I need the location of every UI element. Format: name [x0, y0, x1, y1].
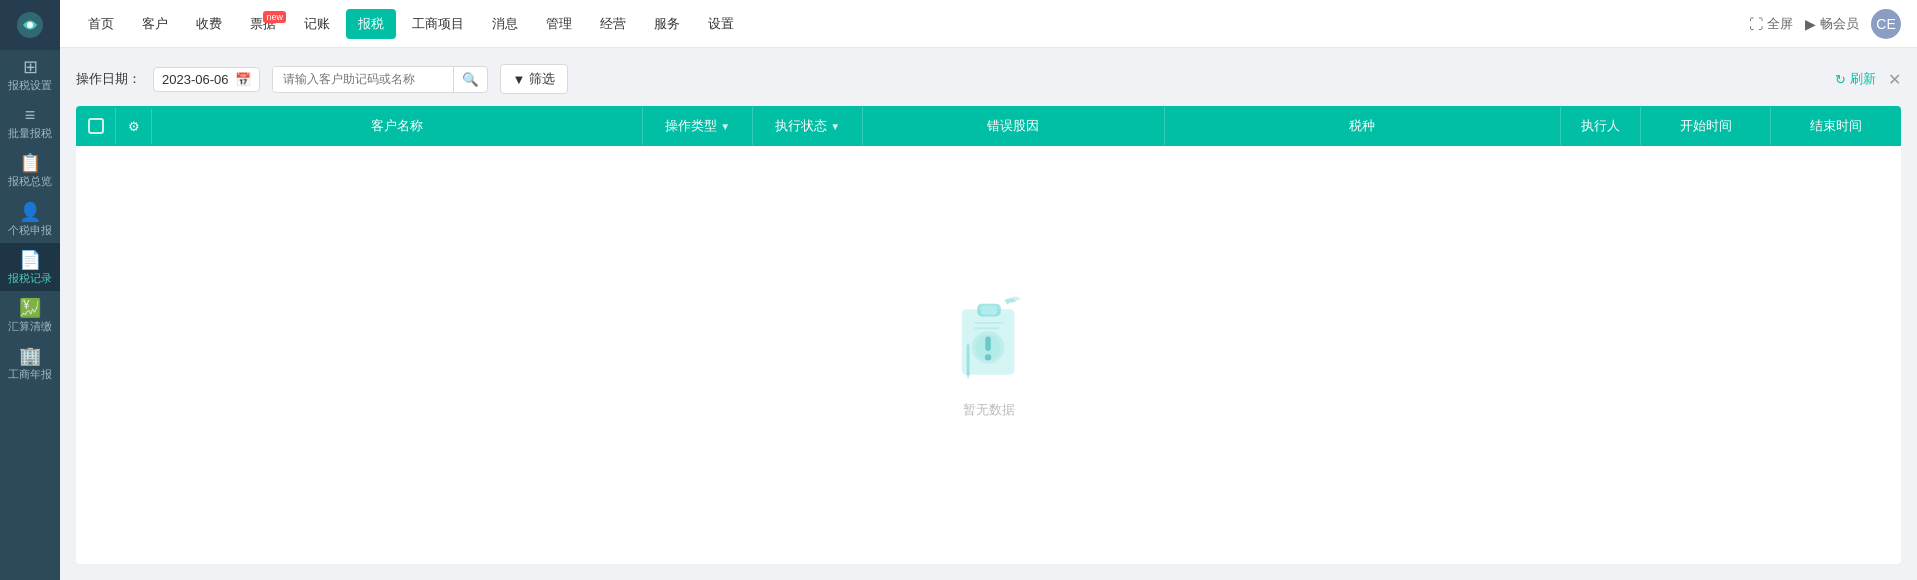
sidebar-item-settlement[interactable]: 💹 汇算清缴 [0, 291, 60, 339]
member-icon: ▶ [1805, 16, 1816, 32]
status-filter-icon: ▼ [830, 121, 840, 132]
nav-item-home[interactable]: 首页 [76, 9, 126, 39]
search-button[interactable]: 🔍 [453, 67, 487, 92]
tax-records-icon: 📄 [19, 251, 41, 269]
sidebar-item-batch-tax[interactable]: ≡ 批量报税 [0, 98, 60, 146]
nav-item-finance[interactable]: 经营 [588, 9, 638, 39]
sidebar-item-label: 报税记录 [8, 272, 52, 285]
sidebar-item-annual-report[interactable]: 🏢 工商年报 [0, 339, 60, 387]
th-endtime: 结束时间 [1771, 107, 1901, 145]
nav-item-bookkeeping[interactable]: 记账 [292, 9, 342, 39]
sidebar-item-label: 报税总览 [8, 175, 52, 188]
header-checkbox[interactable] [88, 118, 104, 134]
search-input[interactable] [273, 67, 453, 91]
th-checkbox[interactable] [76, 108, 116, 144]
th-executor: 执行人 [1561, 107, 1641, 145]
th-optype[interactable]: 操作类型 ▼ [643, 107, 753, 145]
filter-icon: ▼ [513, 72, 526, 87]
page-content: 操作日期： 2023-06-06 📅 🔍 ▼ 筛选 ↻ [60, 48, 1917, 580]
nav-item-tax[interactable]: 报税 [346, 9, 396, 39]
sidebar-item-label: 个税申报 [8, 224, 52, 237]
nav-item-management[interactable]: 管理 [534, 9, 584, 39]
svg-point-1 [27, 22, 33, 28]
th-starttime: 开始时间 [1641, 107, 1771, 145]
new-badge: new [263, 11, 286, 24]
settlement-icon: 💹 [19, 299, 41, 317]
refresh-button[interactable]: ↻ 刷新 [1835, 70, 1876, 88]
table-body: 暂无数据 [76, 146, 1901, 564]
svg-rect-8 [985, 336, 990, 351]
close-button[interactable]: ✕ [1888, 70, 1901, 89]
nav-item-business[interactable]: 工商项目 [400, 9, 476, 39]
fullscreen-icon: ⛶ [1749, 16, 1763, 32]
refresh-icon: ↻ [1835, 72, 1846, 87]
date-value: 2023-06-06 [162, 72, 229, 87]
content-area: 操作日期： 2023-06-06 📅 🔍 ▼ 筛选 ↻ [60, 48, 1917, 580]
th-status[interactable]: 执行状态 ▼ [753, 107, 863, 145]
close-icon: ✕ [1888, 71, 1901, 88]
member-button[interactable]: ▶ 畅会员 [1805, 15, 1859, 33]
main-wrapper: 首页 客户 收费 票据 new 记账 报税 工商项目 消息 [60, 0, 1917, 580]
svg-point-9 [984, 354, 990, 360]
sidebar-logo [0, 0, 60, 50]
th-error: 错误股因 [863, 107, 1165, 145]
batch-tax-icon: ≡ [25, 106, 36, 124]
nav-item-services[interactable]: 服务 [642, 9, 692, 39]
empty-state: 暂无数据 [944, 291, 1034, 419]
date-input[interactable]: 2023-06-06 📅 [153, 67, 260, 92]
nav-item-customers[interactable]: 客户 [130, 9, 180, 39]
settings-icon: ⚙ [128, 119, 140, 134]
top-navigation: 首页 客户 收费 票据 new 记账 报税 工商项目 消息 [60, 0, 1917, 48]
empty-illustration [944, 291, 1034, 391]
toolbar: 操作日期： 2023-06-06 📅 🔍 ▼ 筛选 ↻ [76, 64, 1901, 94]
tax-overview-icon: 📋 [19, 154, 41, 172]
sidebar-item-label: 报税设置 [8, 79, 52, 92]
calendar-icon: 📅 [235, 72, 251, 87]
nav-item-settings[interactable]: 设置 [696, 9, 746, 39]
personal-tax-icon: 👤 [19, 203, 41, 221]
sidebar-item-tax-records[interactable]: 📄 报税记录 [0, 243, 60, 291]
sidebar-item-personal-tax[interactable]: 👤 个税申报 [0, 195, 60, 243]
nav-items: 首页 客户 收费 票据 new 记账 报税 工商项目 消息 [76, 9, 1749, 39]
sidebar-item-tax-settings[interactable]: ⊞ 报税设置 [0, 50, 60, 98]
th-settings[interactable]: ⚙ [116, 109, 152, 144]
optype-filter-icon: ▼ [720, 121, 730, 132]
tax-settings-icon: ⊞ [23, 58, 38, 76]
nav-item-invoices[interactable]: 票据 new [238, 9, 288, 39]
avatar[interactable]: CE [1871, 9, 1901, 39]
sidebar: ⊞ 报税设置 ≡ 批量报税 📋 报税总览 👤 个税申报 📄 报税记录 💹 汇算清… [0, 0, 60, 580]
nav-item-billing[interactable]: 收费 [184, 9, 234, 39]
empty-text: 暂无数据 [963, 401, 1015, 419]
table-header: ⚙ 客户名称 操作类型 ▼ 执行状态 ▼ 错误股因 [76, 106, 1901, 146]
th-customer: 客户名称 [152, 107, 643, 145]
search-icon: 🔍 [462, 72, 479, 87]
sidebar-item-tax-overview[interactable]: 📋 报税总览 [0, 146, 60, 194]
svg-rect-5 [980, 306, 996, 315]
sidebar-item-label: 汇算清缴 [8, 320, 52, 333]
sidebar-item-label: 工商年报 [8, 368, 52, 381]
th-taxtype: 税种 [1165, 107, 1561, 145]
date-label: 操作日期： [76, 70, 141, 88]
table-container: ⚙ 客户名称 操作类型 ▼ 执行状态 ▼ 错误股因 [76, 106, 1901, 564]
search-wrapper: 🔍 [272, 66, 488, 93]
fullscreen-button[interactable]: ⛶ 全屏 [1749, 15, 1793, 33]
nav-item-messages[interactable]: 消息 [480, 9, 530, 39]
filter-button[interactable]: ▼ 筛选 [500, 64, 569, 94]
topnav-right: ⛶ 全屏 ▶ 畅会员 CE [1749, 9, 1901, 39]
sidebar-item-label: 批量报税 [8, 127, 52, 140]
svg-marker-11 [966, 373, 970, 379]
annual-report-icon: 🏢 [19, 347, 41, 365]
